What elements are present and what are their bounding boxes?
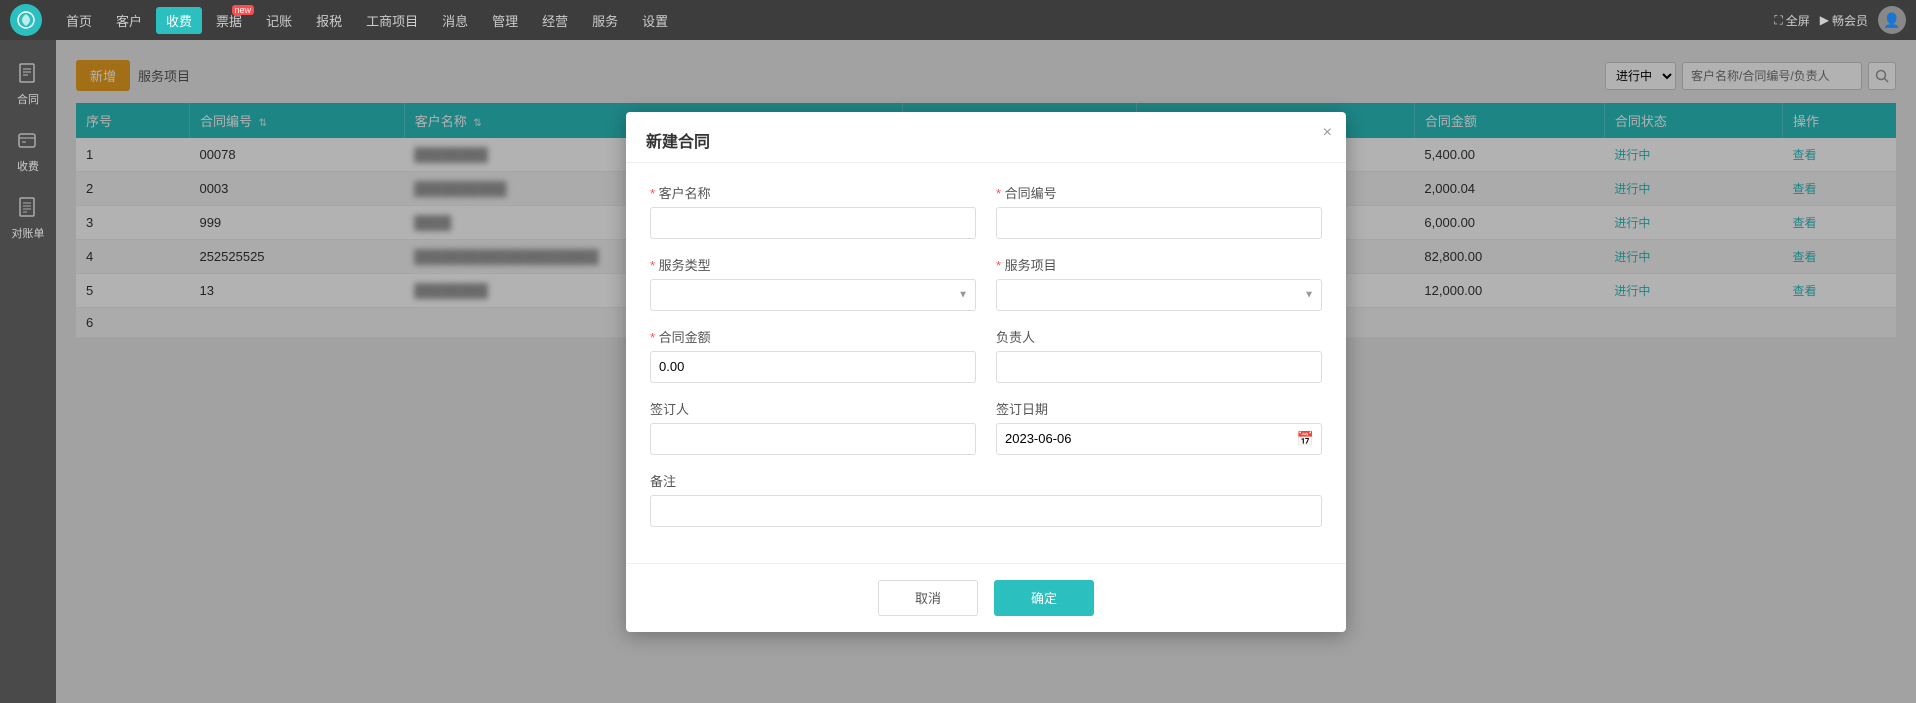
nav-message[interactable]: 消息 <box>432 7 478 34</box>
customer-name-input[interactable] <box>650 207 976 239</box>
service-item-select[interactable] <box>996 279 1322 311</box>
fullscreen-button[interactable]: ⛶ 全屏 <box>1774 12 1809 29</box>
nav-service[interactable]: 服务 <box>582 7 628 34</box>
service-type-group: 服务类型 <box>650 255 976 311</box>
modal-close-button[interactable]: × <box>1323 124 1332 142</box>
confirm-button[interactable]: 确定 <box>994 580 1094 616</box>
modal-body: 客户名称 合同编号 服务类型 <box>626 163 1346 563</box>
form-row-1: 客户名称 合同编号 <box>650 183 1322 239</box>
sign-date-group: 签订日期 📅 <box>996 399 1322 455</box>
form-row-4: 签订人 签订日期 📅 <box>650 399 1322 455</box>
contract-no-input[interactable] <box>996 207 1322 239</box>
contract-no-group: 合同编号 <box>996 183 1322 239</box>
fullscreen-icon: ⛶ <box>1774 13 1782 28</box>
nav-home[interactable]: 首页 <box>56 7 102 34</box>
remark-input[interactable] <box>650 495 1322 527</box>
nav-bookkeeping[interactable]: 记账 <box>256 7 302 34</box>
form-row-5: 备注 <box>650 471 1322 527</box>
sign-date-wrap: 📅 <box>996 423 1322 455</box>
sign-date-label: 签订日期 <box>996 399 1322 418</box>
service-item-group: 服务项目 <box>996 255 1322 311</box>
content-area: 新增 服务项目 进行中 全部 已完成 已终止 <box>56 40 1916 703</box>
statement-icon <box>14 194 42 222</box>
service-type-select-wrap <box>650 279 976 311</box>
top-navigation: 首页 客户 收费 票据 new 记账 报税 工商项目 消息 管理 经营 服务 设… <box>0 0 1916 40</box>
sidebar-item-contract[interactable]: 合同 <box>0 50 56 117</box>
nav-menu: 首页 客户 收费 票据 new 记账 报税 工商项目 消息 管理 经营 服务 设… <box>56 7 1774 34</box>
contract-amount-label: 合同金额 <box>650 327 976 346</box>
responsible-person-label: 负责人 <box>996 327 1322 346</box>
sidebar-item-billing[interactable]: 收费 <box>0 117 56 184</box>
responsible-person-input[interactable] <box>996 351 1322 383</box>
responsible-person-group: 负责人 <box>996 327 1322 383</box>
nav-invoice[interactable]: 票据 new <box>206 7 252 34</box>
cancel-button[interactable]: 取消 <box>878 580 978 616</box>
new-contract-modal: 新建合同 × 客户名称 合同编号 <box>626 112 1346 632</box>
app-logo <box>10 4 42 36</box>
service-type-label: 服务类型 <box>650 255 976 274</box>
contract-amount-input[interactable] <box>650 351 976 383</box>
sidebar: 合同 收费 对账单 <box>0 40 56 703</box>
contract-icon <box>14 60 42 88</box>
service-item-label: 服务项目 <box>996 255 1322 274</box>
sign-date-input[interactable] <box>996 423 1322 455</box>
modal-overlay: 新建合同 × 客户名称 合同编号 <box>56 40 1916 703</box>
main-layout: 合同 收费 对账单 <box>0 40 1916 703</box>
form-row-3: 合同金额 负责人 <box>650 327 1322 383</box>
contract-amount-group: 合同金额 <box>650 327 976 383</box>
sidebar-item-statement[interactable]: 对账单 <box>0 184 56 251</box>
nav-operation[interactable]: 经营 <box>532 7 578 34</box>
modal-footer: 取消 确定 <box>626 563 1346 632</box>
nav-business[interactable]: 工商项目 <box>356 7 428 34</box>
nav-settings[interactable]: 设置 <box>632 7 678 34</box>
new-badge: new <box>232 5 255 15</box>
form-row-2: 服务类型 服务项目 <box>650 255 1322 311</box>
nav-right-area: ⛶ 全屏 ▶ 畅会员 👤 <box>1774 6 1906 34</box>
vip-icon: ▶ <box>1820 13 1829 27</box>
contract-no-label: 合同编号 <box>996 183 1322 202</box>
service-item-select-wrap <box>996 279 1322 311</box>
vip-button[interactable]: ▶ 畅会员 <box>1820 12 1868 29</box>
remark-group: 备注 <box>650 471 1322 527</box>
nav-billing[interactable]: 收费 <box>156 7 202 34</box>
signer-input[interactable] <box>650 423 976 455</box>
modal-header: 新建合同 × <box>626 112 1346 163</box>
modal-title: 新建合同 <box>646 134 710 151</box>
user-avatar[interactable]: 👤 <box>1878 6 1906 34</box>
service-type-select[interactable] <box>650 279 976 311</box>
signer-label: 签订人 <box>650 399 976 418</box>
nav-tax[interactable]: 报税 <box>306 7 352 34</box>
customer-name-group: 客户名称 <box>650 183 976 239</box>
nav-admin[interactable]: 管理 <box>482 7 528 34</box>
billing-icon <box>14 127 42 155</box>
remark-label: 备注 <box>650 471 1322 490</box>
calendar-icon[interactable]: 📅 <box>1297 430 1314 447</box>
signer-group: 签订人 <box>650 399 976 455</box>
nav-customer[interactable]: 客户 <box>106 7 152 34</box>
customer-name-label: 客户名称 <box>650 183 976 202</box>
